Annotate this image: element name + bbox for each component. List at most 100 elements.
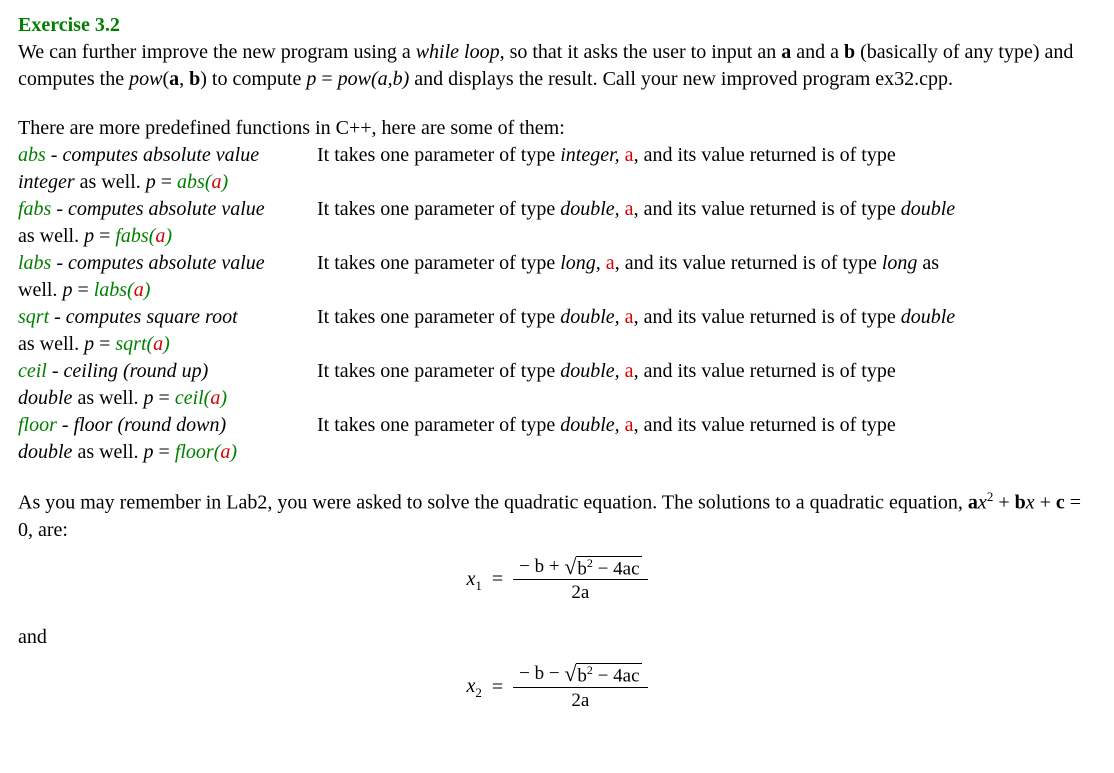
text: = bbox=[94, 333, 115, 355]
param-a: a bbox=[625, 198, 634, 220]
type-text: double bbox=[901, 198, 955, 220]
text: , and its value returned is of type bbox=[615, 252, 882, 274]
func-desc: - computes absolute value bbox=[46, 144, 259, 166]
intro-paragraph: We can further improve the new program u… bbox=[18, 39, 1096, 93]
func-close: ) bbox=[220, 387, 227, 409]
var-b: b bbox=[189, 68, 200, 90]
func-desc: - floor (round down) bbox=[57, 414, 226, 436]
var-p: p bbox=[306, 68, 316, 90]
exercise-heading: Exercise 3.2 bbox=[18, 12, 1096, 39]
text: We can further improve the new program u… bbox=[18, 41, 416, 63]
denominator: 2a bbox=[565, 580, 595, 606]
text: It takes one parameter of type bbox=[317, 360, 560, 382]
text: as well. bbox=[72, 387, 143, 409]
func-name: floor bbox=[18, 414, 57, 436]
param-a: a bbox=[625, 360, 634, 382]
equals: = bbox=[492, 566, 503, 593]
func-floor: floor - floor (round down) It takes one … bbox=[18, 412, 1096, 466]
type-text: double, bbox=[560, 360, 619, 382]
text: = bbox=[94, 225, 115, 247]
param-a: a bbox=[220, 441, 230, 463]
sqrt-icon: √ bbox=[564, 665, 576, 684]
text: as well. bbox=[18, 333, 84, 355]
var-x: x bbox=[1026, 492, 1035, 514]
text: It takes one parameter of type bbox=[317, 306, 560, 328]
func-call: abs( bbox=[177, 171, 211, 193]
func-labs: labs - computes absolute value It takes … bbox=[18, 250, 1096, 304]
text: , bbox=[179, 68, 189, 90]
type-text: double bbox=[18, 441, 72, 463]
var-p: p bbox=[144, 441, 154, 463]
type-text: double, bbox=[560, 198, 619, 220]
func-close: ) bbox=[163, 333, 170, 355]
type-text: long, bbox=[560, 252, 601, 274]
func-call: ceil( bbox=[175, 387, 211, 409]
func-call: labs( bbox=[94, 279, 134, 301]
type-text: integer, bbox=[560, 144, 619, 166]
text: = bbox=[154, 387, 175, 409]
text: as well. bbox=[72, 441, 143, 463]
func-abs: abs - computes absolute value It takes o… bbox=[18, 142, 1096, 196]
text: , and its value returned is of type bbox=[634, 144, 896, 166]
func-call: floor( bbox=[175, 441, 221, 463]
text: and a bbox=[791, 41, 844, 63]
text: , and its value returned is of type bbox=[634, 414, 896, 436]
formula-x1: x1 = − b + √b2 − 4ac 2a bbox=[18, 554, 1096, 606]
text: It takes one parameter of type bbox=[317, 414, 560, 436]
type-text: integer bbox=[18, 171, 75, 193]
functions-intro: There are more predefined functions in C… bbox=[18, 115, 1096, 142]
text: as well. bbox=[18, 225, 84, 247]
var-a: a bbox=[781, 41, 791, 63]
param-a: a bbox=[625, 144, 634, 166]
type-text: double bbox=[18, 387, 72, 409]
text: , and its value returned is of type bbox=[634, 198, 901, 220]
minus4ac: − 4ac bbox=[593, 558, 640, 579]
text: as well. bbox=[75, 171, 146, 193]
text: well. bbox=[18, 279, 62, 301]
text: It takes one parameter of type bbox=[317, 144, 560, 166]
pow-text: pow bbox=[129, 68, 162, 90]
num-prefix: − b − bbox=[519, 663, 564, 684]
func-desc: - ceiling (round up) bbox=[47, 360, 208, 382]
param-a: a bbox=[606, 252, 615, 274]
num-prefix: − b + bbox=[519, 556, 564, 577]
denominator: 2a bbox=[565, 688, 595, 714]
func-call: fabs( bbox=[115, 225, 155, 247]
var-b: b bbox=[577, 665, 587, 686]
var-p: p bbox=[146, 171, 156, 193]
text: It takes one parameter of type bbox=[317, 252, 560, 274]
func-close: ) bbox=[165, 225, 172, 247]
text: It takes one parameter of type bbox=[317, 198, 560, 220]
func-name: ceil bbox=[18, 360, 47, 382]
param-a: a bbox=[134, 279, 144, 301]
func-close: ) bbox=[221, 171, 228, 193]
func-name: labs bbox=[18, 252, 51, 274]
param-a: a bbox=[155, 225, 165, 247]
equals: = bbox=[492, 674, 503, 701]
func-close: ) bbox=[144, 279, 151, 301]
type-text: long bbox=[882, 252, 918, 274]
func-call: sqrt( bbox=[115, 333, 153, 355]
var-a: a bbox=[169, 68, 179, 90]
text: as bbox=[917, 252, 939, 274]
text: , and its value returned is of type bbox=[634, 360, 896, 382]
func-desc: - computes absolute value bbox=[51, 198, 264, 220]
param-a: a bbox=[625, 306, 634, 328]
text: As you may remember in Lab2, you were as… bbox=[18, 492, 968, 514]
coef-c: c bbox=[1056, 492, 1065, 514]
type-text: double bbox=[901, 306, 955, 328]
var-p: p bbox=[144, 387, 154, 409]
text: and displays the result. Call your new i… bbox=[409, 68, 953, 90]
sqrt-icon: √ bbox=[564, 558, 576, 577]
minus4ac: − 4ac bbox=[593, 665, 640, 686]
func-sqrt: sqrt - computes square root It takes one… bbox=[18, 304, 1096, 358]
while-loop-text: while loop, bbox=[416, 41, 505, 63]
var-p: p bbox=[62, 279, 72, 301]
var-b: b bbox=[844, 41, 855, 63]
sub1: 1 bbox=[475, 578, 482, 593]
text: = bbox=[154, 441, 175, 463]
coef-a: a bbox=[968, 492, 978, 514]
func-desc: - computes absolute value bbox=[51, 252, 264, 274]
powab-text: pow(a,b) bbox=[338, 68, 410, 90]
param-a: a bbox=[153, 333, 163, 355]
